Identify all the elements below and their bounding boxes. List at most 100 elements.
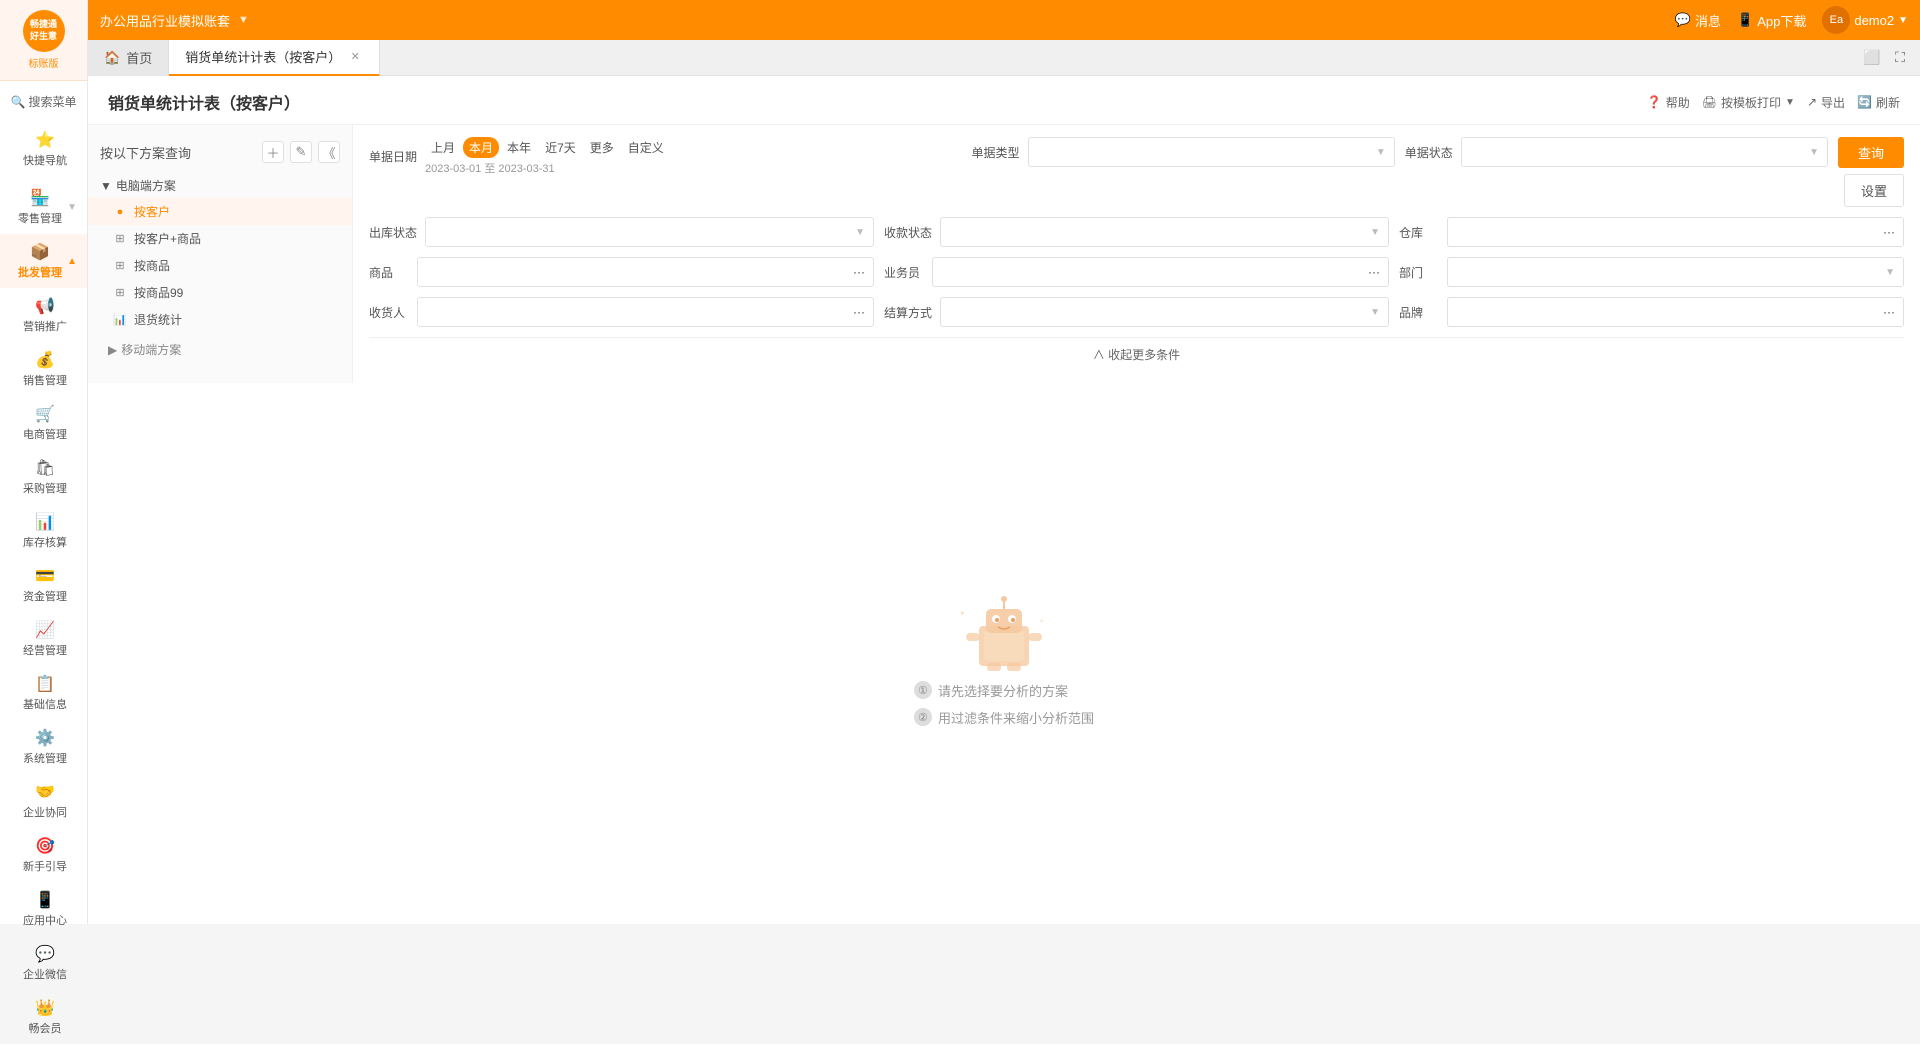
receiver-label: 收货人 [369, 304, 409, 321]
user-menu[interactable]: Ea demo2 ▼ [1822, 6, 1908, 34]
sidebar-item-marketing[interactable]: 📢 营销推广 [0, 288, 87, 342]
tab-restore-button[interactable]: ⬜ [1860, 46, 1884, 70]
settlement-select[interactable]: ▼ [940, 297, 1389, 327]
salesperson-input[interactable]: ··· [932, 257, 1389, 287]
topbar: 办公用品行业模拟账套 ▼ 💬 消息 📱 App下载 Ea demo2 ▼ [88, 0, 1920, 40]
sidebar-item-ecommerce[interactable]: 🛒 电商管理 [0, 396, 87, 450]
export-icon: ↗ [1807, 95, 1817, 109]
help-icon: ❓ [1647, 95, 1662, 109]
tab-home[interactable]: 🏠 首页 [88, 40, 169, 76]
sidebar-item-operation[interactable]: 📈 经营管理 [0, 612, 87, 666]
sidebar-item-basic[interactable]: 📋 基础信息 [0, 666, 87, 720]
salesperson-label: 业务员 [884, 264, 924, 281]
receipt-label: 收款状态 [884, 224, 932, 241]
scheme-item-by-product-99[interactable]: ⊞ 按商品99 [88, 279, 352, 306]
app-download-button[interactable]: 📱 App下载 [1737, 11, 1806, 30]
print-dropdown-icon: ▼ [1785, 97, 1795, 108]
sales-icon: 💰 [35, 350, 55, 370]
department-label: 部门 [1399, 264, 1439, 281]
inventory-icon: 📊 [35, 512, 55, 532]
sidebar-item-retail[interactable]: 🏪 零售管理 ▼ [0, 180, 87, 234]
sidebar-item-wholesale[interactable]: 📦 批发管理 ▲ [0, 234, 87, 288]
expand-icon: ▼ [100, 179, 112, 193]
content-header: 销货单统计计表（按客户） ❓ 帮助 🖨 按模板打印 ▼ ↗ 导出 🔄 刷新 [88, 76, 1920, 125]
doc-type-select[interactable]: ▼ [1028, 137, 1395, 167]
member-icon: 👑 [35, 998, 55, 1018]
search-icon: 🔍 [11, 95, 26, 109]
date-btn-this-year[interactable]: 本年 [501, 137, 537, 158]
sidebar-item-appstore[interactable]: 📱 应用中心 [0, 882, 87, 936]
sidebar-item-enterprise[interactable]: 🤝 企业协同 [0, 774, 87, 828]
doc-status-select[interactable]: ▼ [1461, 137, 1828, 167]
tab-sales-stats[interactable]: 销货单统计计表（按客户） ✕ [169, 40, 380, 76]
receipt-select[interactable]: ▼ [940, 217, 1389, 247]
desktop-group-header[interactable]: ▼ 电脑端方案 [88, 173, 352, 198]
dropdown-arrow-icon: ▼ [1370, 227, 1380, 238]
doc-status-label: 单据状态 [1405, 144, 1453, 161]
sidebar-item-sales[interactable]: 💰 销售管理 [0, 342, 87, 396]
settlement-label: 结算方式 [884, 304, 932, 321]
filter-sidebar: 按以下方案查询 ＋ ✎ 《 ▼ 电脑端方案 ● 按客户 [88, 125, 353, 383]
outbound-label: 出库状态 [369, 224, 417, 241]
page-title: 销货单统计计表（按客户） [108, 90, 300, 114]
date-btn-last-7[interactable]: 近7天 [539, 137, 582, 158]
brand-label: 品牌 [1399, 304, 1439, 321]
message-button[interactable]: 💬 消息 [1675, 11, 1721, 30]
topbar-left: 办公用品行业模拟账套 ▼ [100, 11, 249, 30]
mobile-group-header[interactable]: ▶ 移动端方案 [88, 337, 352, 362]
sidebar-item-member[interactable]: 👑 畅会员 [0, 990, 87, 1044]
department-select[interactable]: ▼ [1447, 257, 1904, 287]
filter-row-4: 收货人 ··· 结算方式 ▼ 品牌 [369, 297, 1904, 327]
settings-button[interactable]: 设置 [1844, 174, 1904, 207]
marketing-icon: 📢 [35, 296, 55, 316]
sidebar-item-wechat[interactable]: 💬 企业微信 [0, 936, 87, 990]
date-range-text: 2023-03-01 至 2023-03-31 [425, 160, 962, 176]
collapse-bar[interactable]: ∧ 收起更多条件 [369, 337, 1904, 371]
star-icon: ⭐ [35, 130, 55, 150]
wholesale-icon: 📦 [30, 242, 50, 262]
add-scheme-button[interactable]: ＋ [262, 141, 284, 163]
tab-close-button[interactable]: ✕ [347, 49, 363, 65]
date-btn-custom[interactable]: 自定义 [622, 137, 670, 158]
receiver-input[interactable]: ··· [417, 297, 874, 327]
sidebar-item-finance[interactable]: 💳 资金管理 [0, 558, 87, 612]
scheme-item-by-customer-product[interactable]: ⊞ 按客户+商品 [88, 225, 352, 252]
brand-input[interactable]: ··· [1447, 297, 1904, 327]
sidebar-item-system[interactable]: ⚙️ 系统管理 [0, 720, 87, 774]
sidebar-item-purchase[interactable]: 🛍 采购管理 [0, 450, 87, 504]
outbound-select[interactable]: ▼ [425, 217, 874, 247]
search-menu-button[interactable]: 🔍 搜索菜单 [6, 89, 81, 114]
scheme-item-by-customer[interactable]: ● 按客户 [88, 198, 352, 225]
date-btn-more[interactable]: 更多 [584, 137, 620, 158]
collapse-sidebar-button[interactable]: 《 [318, 141, 340, 163]
date-btn-last-month[interactable]: 上月 [425, 137, 461, 158]
query-button[interactable]: 查询 [1838, 137, 1904, 168]
retail-icon: 🏪 [30, 188, 50, 208]
sidebar-logo: 畅捷通好生意 标账版 [0, 0, 87, 81]
date-btn-this-month[interactable]: 本月 [463, 137, 499, 158]
empty-tips: ① 请先选择要分析的方案 ② 用过滤条件来缩小分析范围 [914, 681, 1094, 727]
desktop-scheme-group: ▼ 电脑端方案 ● 按客户 ⊞ 按客户+商品 ⊞ 按商品 [88, 173, 352, 333]
purchase-icon: 🛍 [35, 458, 55, 478]
scheme-item-return-stats[interactable]: 📊 退货统计 [88, 306, 352, 333]
tab-fullscreen-button[interactable]: ⛶ [1888, 46, 1912, 70]
finance-icon: 💳 [35, 566, 55, 586]
warehouse-input[interactable]: ··· [1447, 217, 1904, 247]
sidebar-item-newbie[interactable]: 🎯 新手引导 [0, 828, 87, 882]
edit-scheme-button[interactable]: ✎ [290, 141, 312, 163]
sidebar-item-inventory[interactable]: 📊 库存核算 [0, 504, 87, 558]
tabbar: 🏠 首页 销货单统计计表（按客户） ✕ ⬜ ⛶ [88, 40, 1920, 76]
dropdown-arrow-icon: ▼ [1885, 267, 1895, 278]
refresh-button[interactable]: 🔄 刷新 [1857, 94, 1900, 111]
sidebar-nav-shortcut[interactable]: ⭐ 快捷导航 [0, 122, 87, 176]
system-icon: ⚙️ [35, 728, 55, 748]
doc-type-field: 单据类型 ▼ [972, 137, 1395, 167]
scheme-item-by-product[interactable]: ⊞ 按商品 [88, 252, 352, 279]
help-button[interactable]: ❓ 帮助 [1647, 94, 1690, 111]
product-input[interactable]: ··· [417, 257, 874, 287]
export-button[interactable]: ↗ 导出 [1807, 94, 1845, 111]
action-buttons: 查询 设置 [1838, 137, 1904, 207]
app-name: 办公用品行业模拟账套 [100, 11, 230, 30]
sidebar-search[interactable]: 🔍 搜索菜单 [0, 81, 87, 122]
print-button[interactable]: 🖨 按模板打印 ▼ [1702, 94, 1795, 111]
